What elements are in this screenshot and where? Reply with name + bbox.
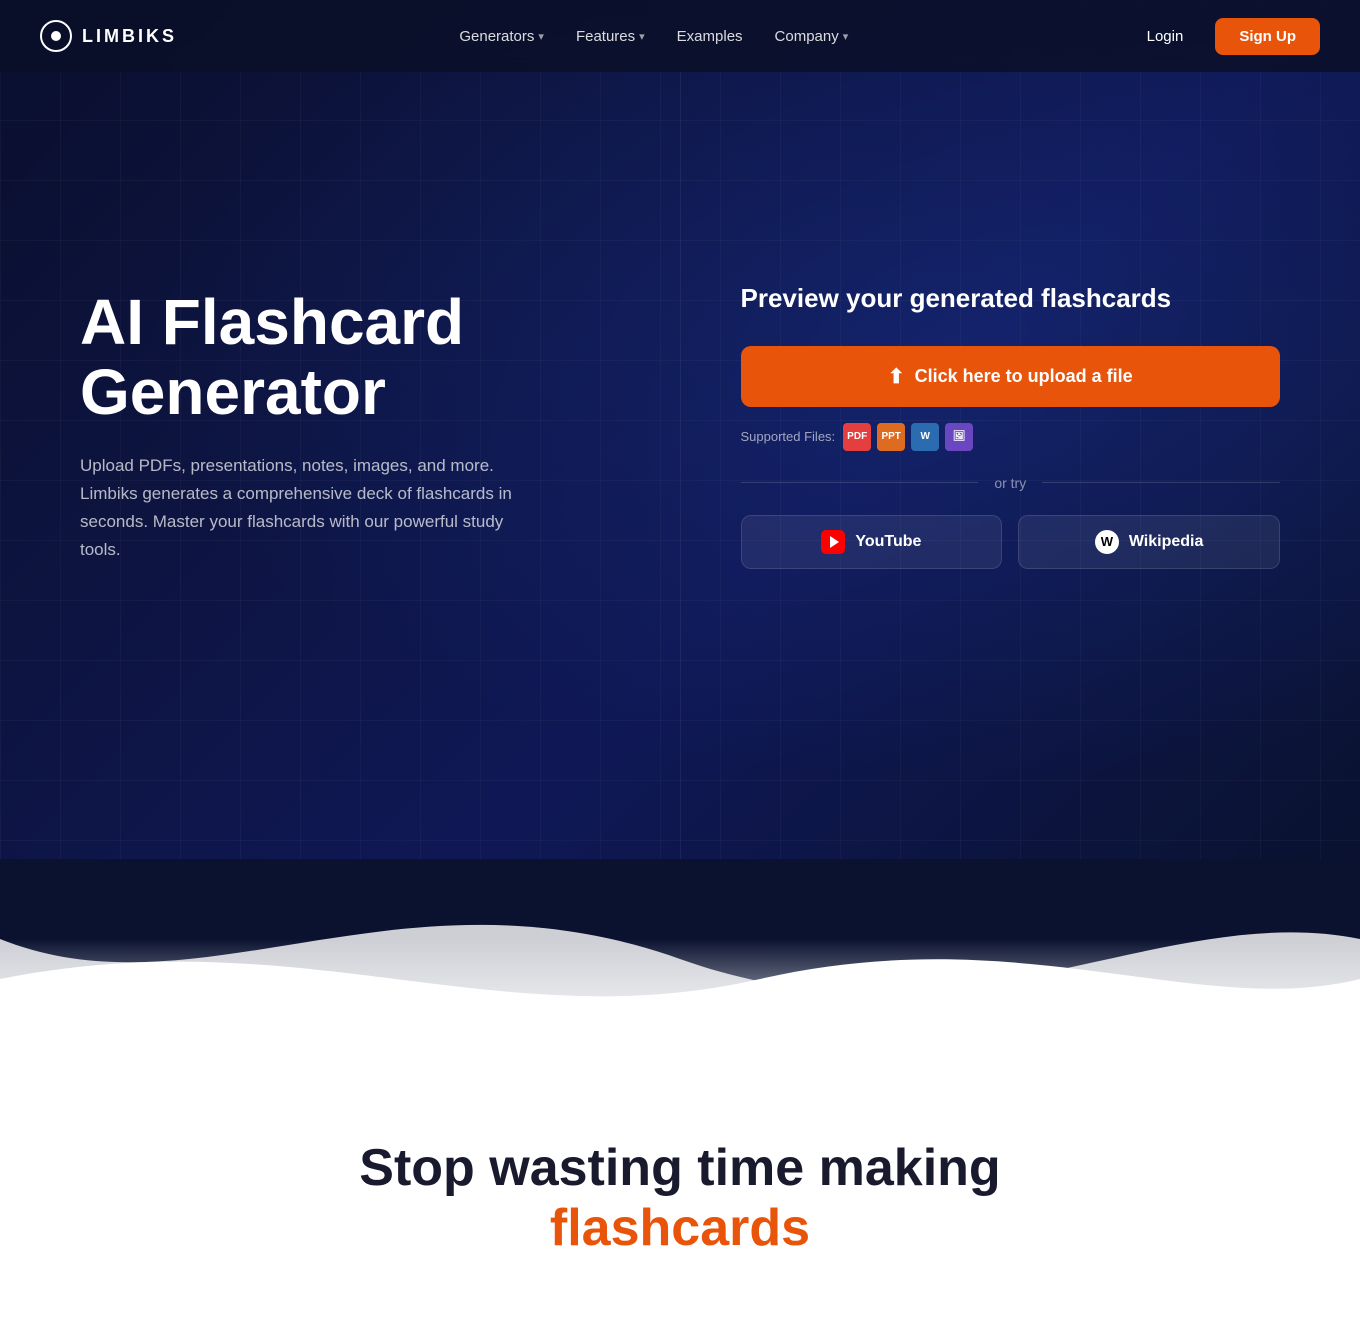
nav-features[interactable]: Features ▾	[576, 28, 645, 45]
logo-icon	[40, 20, 72, 52]
wikipedia-button[interactable]: W Wikipedia	[1018, 515, 1280, 569]
hero-section: AI Flashcard Generator Upload PDFs, pres…	[0, 0, 1360, 859]
hero-description: Upload PDFs, presentations, notes, image…	[80, 452, 540, 564]
chevron-down-icon: ▾	[843, 30, 849, 43]
logo-text: LIMBIKS	[82, 26, 177, 47]
try-buttons: YouTube W Wikipedia	[741, 515, 1281, 569]
wikipedia-icon: W	[1095, 530, 1119, 554]
signup-button[interactable]: Sign Up	[1215, 18, 1320, 55]
upload-button[interactable]: ⬆ Click here to upload a file	[741, 346, 1281, 407]
play-icon	[830, 536, 839, 548]
chevron-down-icon: ▾	[639, 30, 645, 43]
preview-title: Preview your generated flashcards	[741, 283, 1281, 314]
word-icon: W	[911, 423, 939, 451]
hero-title: AI Flashcard Generator	[80, 287, 620, 428]
wave-svg	[0, 859, 1360, 1059]
ppt-icon: PPT	[877, 423, 905, 451]
nav-company[interactable]: Company ▾	[775, 28, 849, 45]
chevron-down-icon: ▾	[538, 30, 544, 43]
bottom-title: Stop wasting time making flashcards	[40, 1139, 1320, 1259]
youtube-button[interactable]: YouTube	[741, 515, 1003, 569]
youtube-icon	[821, 530, 845, 554]
supported-files: Supported Files: PDF PPT W 🖼	[741, 423, 1281, 451]
navbar: LIMBIKS Generators ▾ Features ▾ Examples…	[0, 0, 1360, 72]
wave-section	[0, 859, 1360, 1059]
file-icons: PDF PPT W 🖼	[843, 423, 973, 451]
bottom-section: Stop wasting time making flashcards	[0, 1059, 1360, 1319]
hero-left: AI Flashcard Generator Upload PDFs, pres…	[0, 72, 680, 859]
login-button[interactable]: Login	[1131, 20, 1200, 53]
upload-icon: ⬆	[888, 364, 905, 389]
or-divider: or try	[741, 475, 1281, 491]
nav-examples[interactable]: Examples	[677, 28, 743, 45]
logo-link[interactable]: LIMBIKS	[40, 20, 177, 52]
nav-generators[interactable]: Generators ▾	[459, 28, 544, 45]
hero-right: Preview your generated flashcards ⬆ Clic…	[680, 72, 1360, 859]
image-icon: 🖼	[945, 423, 973, 451]
nav-center: Generators ▾ Features ▾ Examples Company…	[459, 28, 848, 45]
pdf-icon: PDF	[843, 423, 871, 451]
nav-right: Login Sign Up	[1131, 18, 1320, 55]
